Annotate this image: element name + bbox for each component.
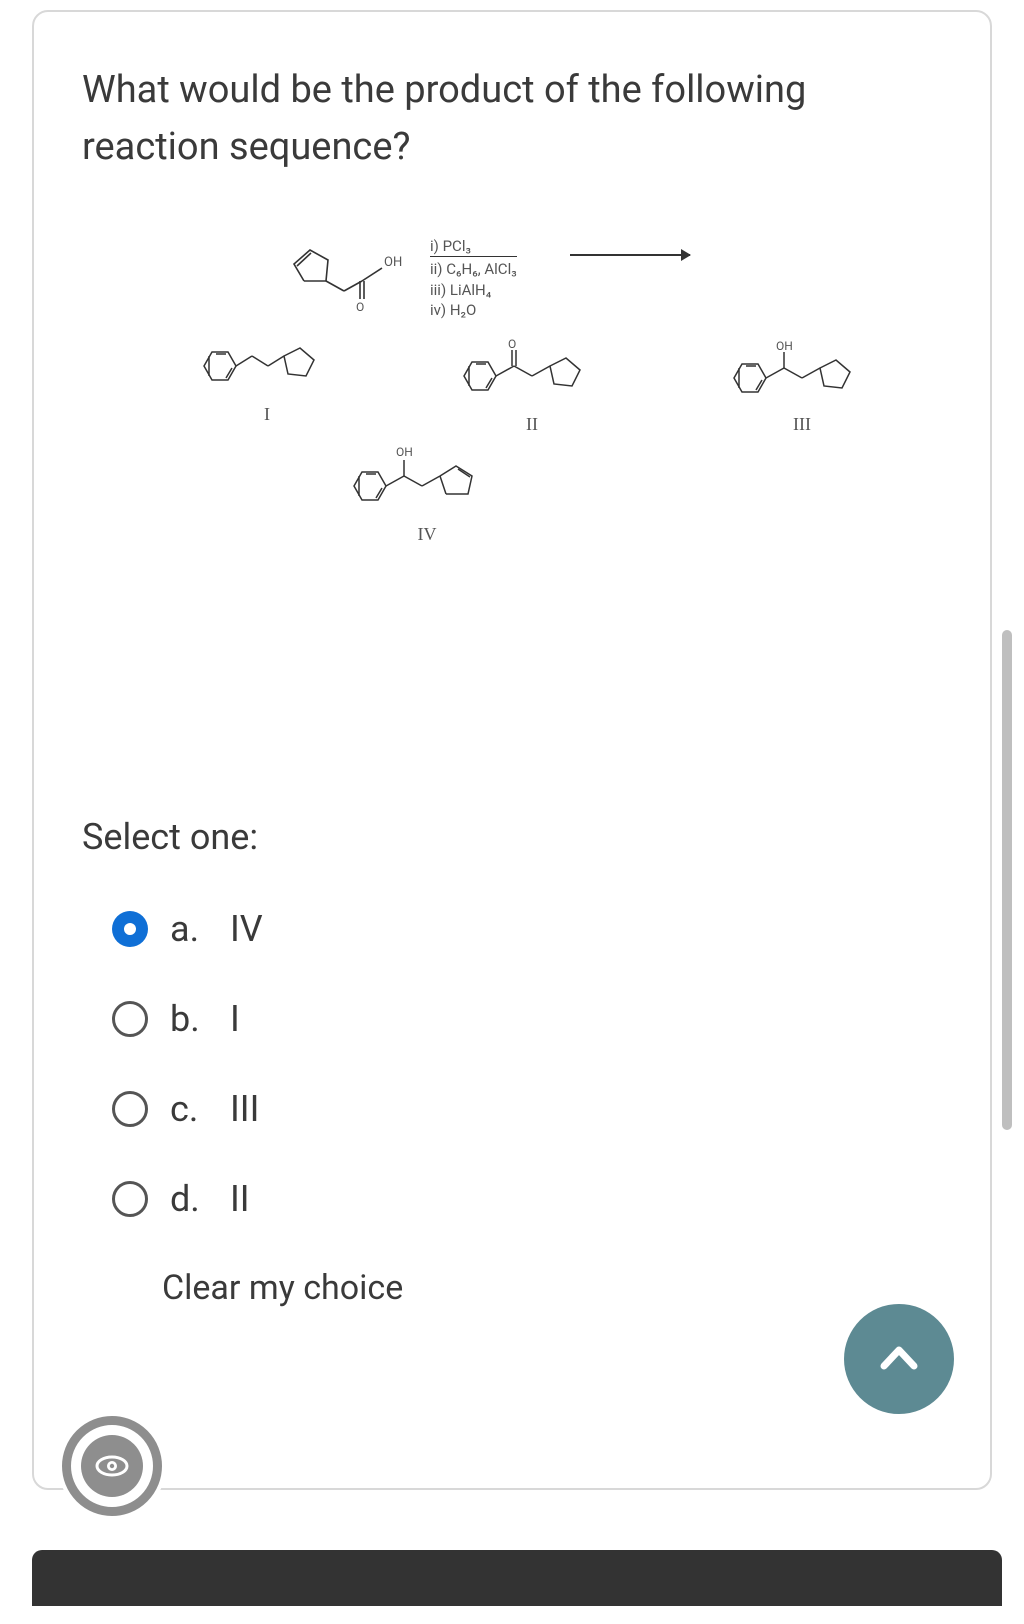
option-text: I	[230, 998, 240, 1040]
option-letter: b.	[170, 998, 230, 1040]
reagent-step-4: iv) H₂O	[430, 300, 517, 320]
product-III-structure: OH	[722, 336, 882, 406]
option-a[interactable]: a. IV	[112, 908, 942, 950]
radio-icon[interactable]	[112, 1181, 148, 1217]
reaction-figure: OH O i) PCl₃ ii) C₆H₆, AlCl₃ iii) LiAlH₄…	[82, 206, 942, 676]
chevron-up-icon	[874, 1334, 924, 1384]
reagent-step-2: ii) C₆H₆, AlCl₃	[430, 256, 517, 279]
scrollbar[interactable]	[1002, 10, 1012, 1510]
reagent-step-1: i) PCl₃	[430, 236, 517, 256]
option-letter: c.	[170, 1088, 230, 1130]
option-letter: a.	[170, 908, 230, 950]
product-III-label: III	[722, 414, 882, 435]
product-III: OH III	[722, 336, 882, 435]
clear-choice-link[interactable]: Clear my choice	[162, 1268, 942, 1308]
bottom-bar	[32, 1550, 1002, 1606]
radio-icon[interactable]	[112, 1091, 148, 1127]
product-II-structure: O	[452, 336, 612, 406]
reaction-arrow	[570, 254, 690, 256]
product-I: I	[192, 336, 342, 435]
product-II-label: II	[452, 414, 612, 435]
question-card: What would be the product of the followi…	[32, 10, 992, 1490]
radio-selected-icon[interactable]	[112, 911, 148, 947]
option-text: III	[230, 1088, 259, 1130]
reaction-scheme: OH O i) PCl₃ ii) C₆H₆, AlCl₃ iii) LiAlH₄…	[282, 236, 842, 320]
product-IV-structure: OH	[342, 436, 512, 516]
option-text: II	[230, 1178, 250, 1220]
reagent-step-3: iii) LiAlH₄	[430, 280, 517, 300]
product-IV-label: IV	[342, 524, 512, 545]
svg-text:OH: OH	[384, 255, 402, 270]
eye-icon	[81, 1435, 143, 1497]
question-title: What would be the product of the followi…	[82, 62, 942, 176]
select-one-prompt: Select one:	[82, 816, 942, 858]
option-letter: d.	[170, 1178, 230, 1220]
reagent-list: i) PCl₃ ii) C₆H₆, AlCl₃ iii) LiAlH₄ iv) …	[430, 236, 517, 320]
option-d[interactable]: d. II	[112, 1178, 942, 1220]
accessibility-eye-button[interactable]	[62, 1416, 162, 1516]
radio-icon[interactable]	[112, 1001, 148, 1037]
option-c[interactable]: c. III	[112, 1088, 942, 1130]
scroll-to-top-button[interactable]	[844, 1304, 954, 1414]
svg-text:O: O	[356, 300, 364, 314]
svg-text:O: O	[508, 337, 516, 351]
option-text: IV	[230, 908, 263, 950]
svg-text:OH: OH	[396, 445, 413, 459]
product-I-label: I	[192, 404, 342, 425]
option-b[interactable]: b. I	[112, 998, 942, 1040]
options-list: a. IV b. I c. III d. II	[82, 908, 942, 1220]
svg-text:OH: OH	[776, 339, 793, 353]
scrollbar-thumb[interactable]	[1002, 630, 1012, 1130]
products-row: I	[192, 336, 882, 435]
product-I-structure	[192, 336, 342, 396]
product-IV: OH IV	[342, 436, 512, 545]
product-II: O II	[452, 336, 612, 435]
starting-material-structure: OH O	[282, 236, 422, 316]
